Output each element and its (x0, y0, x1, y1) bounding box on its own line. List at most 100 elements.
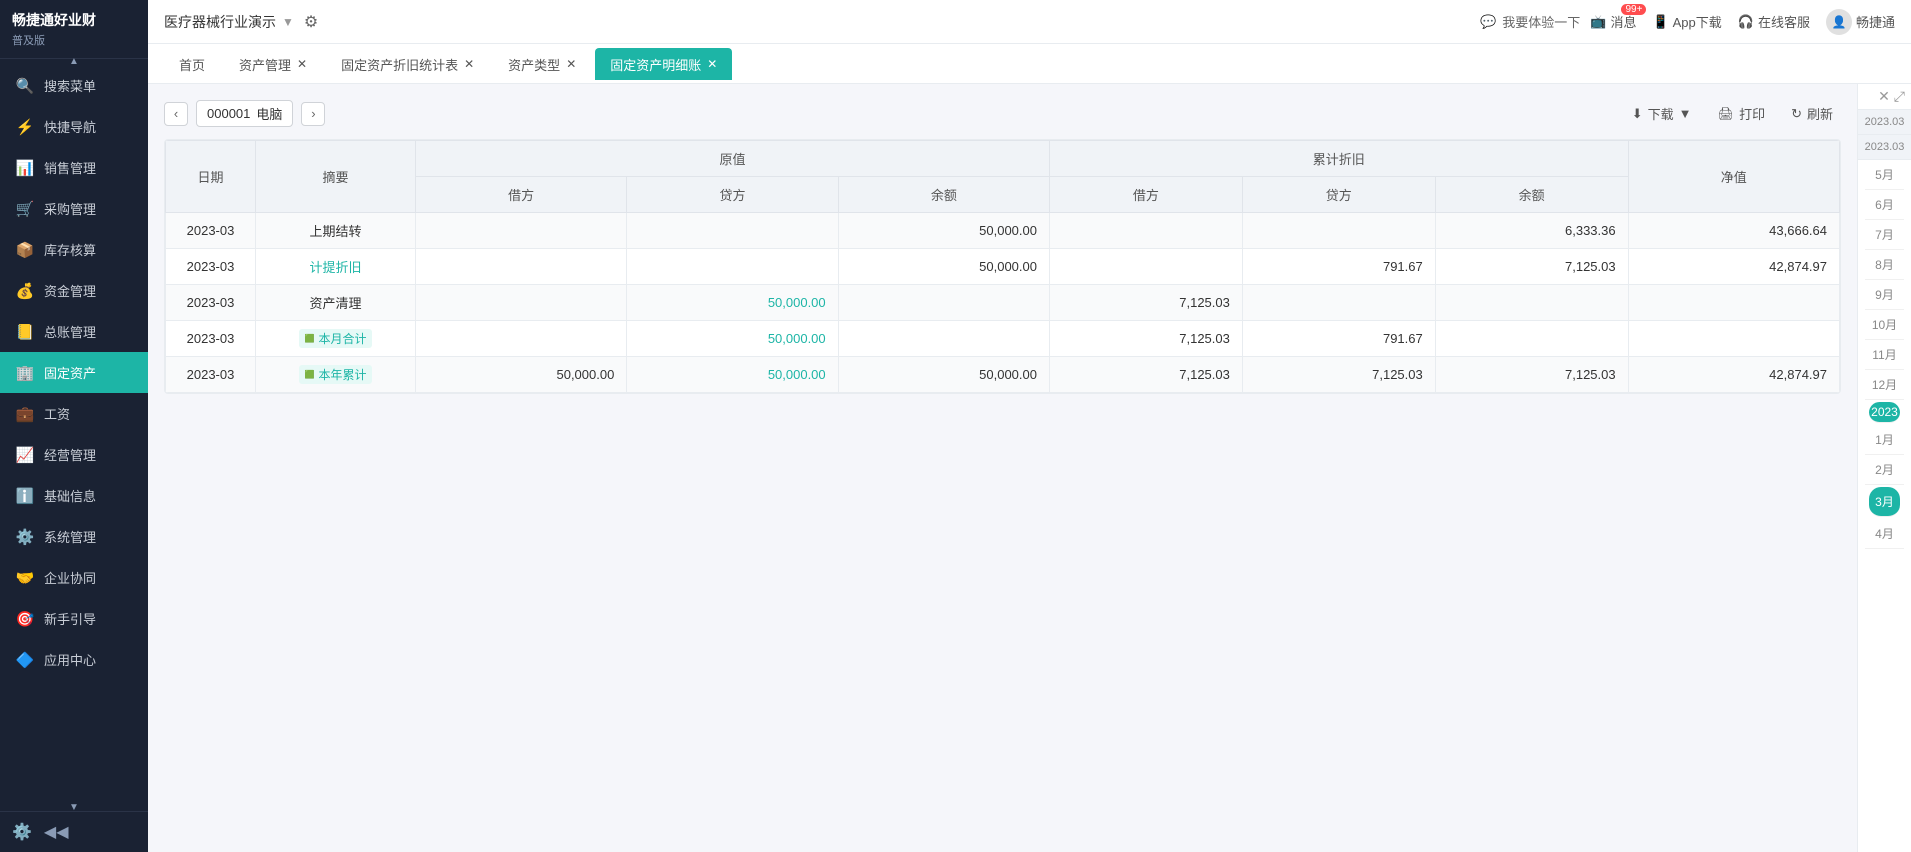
cell-accum-debit (1049, 249, 1242, 285)
cell-accum-balance: 6,333.36 (1435, 213, 1628, 249)
timeline-item[interactable]: 3月 (1869, 487, 1900, 517)
sidebar-item-quick-nav[interactable]: ⚡ 快捷导航 (0, 106, 148, 147)
topbar-right: 📺 消息 99+ 📱 App下载 🎧 在线客服 👤 畅捷通 (1590, 9, 1895, 35)
timeline-item[interactable]: 2月 (1865, 455, 1904, 485)
sidebar-item-guide[interactable]: 🎯 新手引导 (0, 598, 148, 639)
timeline-item[interactable]: 1月 (1865, 425, 1904, 455)
cell-accum-debit (1049, 213, 1242, 249)
sidebar-item-label: 销售管理 (44, 158, 96, 177)
tab-asset-detail-label: 固定资产明细账 (610, 55, 701, 74)
cell-orig-balance: 50,000.00 (838, 357, 1049, 393)
notifications-button[interactable]: 📺 消息 99+ (1590, 12, 1636, 31)
cell-date: 2023-03 (166, 249, 256, 285)
sidebar-item-salary[interactable]: 💼 工资 (0, 393, 148, 434)
toolbar-left: ‹ 000001 电脑 › (164, 100, 325, 127)
tab-asset-detail-close[interactable]: ✕ (707, 57, 717, 71)
sidebar-item-ledger[interactable]: 📒 总账管理 (0, 311, 148, 352)
download-button[interactable]: ⬇ 下载 ▼ (1624, 100, 1700, 127)
timeline-item[interactable]: 2023 (1869, 402, 1900, 423)
cell-orig-credit: 50,000.00 (627, 357, 838, 393)
timeline-item[interactable]: 6月 (1865, 190, 1904, 220)
cell-summary: 本月合计 (256, 321, 416, 357)
cell-accum-balance: 7,125.03 (1435, 357, 1628, 393)
salary-icon: 💼 (16, 405, 34, 423)
refresh-button[interactable]: ↻ 刷新 (1783, 100, 1841, 127)
settings-bottom-icon[interactable]: ⚙️ (12, 822, 32, 842)
tab-asset-management-close[interactable]: ✕ (297, 57, 307, 71)
tab-asset-type[interactable]: 资产类型 ✕ (493, 48, 591, 80)
operations-icon: 📈 (16, 446, 34, 464)
sidebar-item-label: 固定资产 (44, 363, 96, 382)
cell-accum-credit: 7,125.03 (1242, 357, 1435, 393)
tab-depreciation-stats[interactable]: 固定资产折旧统计表 ✕ (326, 48, 489, 80)
right-panel-close-button[interactable]: ✕ (1878, 88, 1890, 105)
customer-service-button[interactable]: 🎧 在线客服 (1738, 12, 1810, 31)
sidebar-item-operations[interactable]: 📈 经营管理 (0, 434, 148, 475)
tab-asset-type-close[interactable]: ✕ (566, 57, 576, 71)
summary-text: 上期结转 (309, 224, 361, 239)
cell-net-value: 42,874.97 (1628, 357, 1839, 393)
tab-depreciation-stats-close[interactable]: ✕ (464, 57, 474, 71)
finance-icon: 💰 (16, 282, 34, 300)
app-download-label: App下载 (1673, 12, 1722, 31)
timeline-item[interactable]: 8月 (1865, 250, 1904, 280)
cell-net-value: 42,874.97 (1628, 249, 1839, 285)
timeline-item[interactable]: 4月 (1865, 519, 1904, 549)
prev-asset-button[interactable]: ‹ (164, 102, 188, 126)
enterprise-icon: 🤝 (16, 569, 34, 587)
settings-icon[interactable]: ⚙ (304, 12, 318, 32)
cell-date: 2023-03 (166, 285, 256, 321)
cell-accum-balance: 7,125.03 (1435, 249, 1628, 285)
cell-orig-debit (416, 321, 627, 357)
sidebar-item-inventory[interactable]: 📦 库存核算 (0, 229, 148, 270)
timeline-item[interactable]: 7月 (1865, 220, 1904, 250)
print-button[interactable]: 🖨 打印 (1710, 100, 1774, 127)
tab-asset-detail[interactable]: 固定资产明细账 ✕ (595, 48, 732, 80)
sidebar-item-fixed-assets[interactable]: 🏢 固定资产 (0, 352, 148, 393)
sidebar-item-search[interactable]: 🔍 搜索菜单 (0, 65, 148, 106)
timeline-item[interactable]: 11月 (1865, 340, 1904, 370)
collapse-sidebar-button[interactable]: ◀◀ (44, 822, 69, 842)
sidebar-item-finance[interactable]: 💰 资金管理 (0, 270, 148, 311)
cell-orig-credit (627, 213, 838, 249)
user-profile-button[interactable]: 👤 畅捷通 (1826, 9, 1895, 35)
tab-asset-management[interactable]: 资产管理 ✕ (224, 48, 322, 80)
timeline-item[interactable]: 10月 (1865, 310, 1904, 340)
content-main: ‹ 000001 电脑 › ⬇ 下载 ▼ 🖨 打印 (148, 84, 1857, 852)
timeline-container: 5月6月7月8月9月10月11月12月20231月2月3月4月 (1865, 160, 1904, 549)
sidebar-item-basic-info[interactable]: ℹ️ 基础信息 (0, 475, 148, 516)
refresh-label: 刷新 (1807, 104, 1833, 123)
cell-orig-debit: 50,000.00 (416, 357, 627, 393)
cell-orig-debit (416, 285, 627, 321)
app-download-button[interactable]: 📱 App下载 (1652, 12, 1721, 31)
tab-home[interactable]: 首页 (164, 48, 220, 80)
download-icon: 📱 (1652, 14, 1668, 30)
cell-summary: 本年累计 (256, 357, 416, 393)
right-panel-expand-button[interactable]: ⤢ (1894, 88, 1905, 105)
sidebar-item-enterprise[interactable]: 🤝 企业协同 (0, 557, 148, 598)
sidebar-item-label: 快捷导航 (44, 117, 96, 136)
th-original-credit: 贷方 (627, 177, 838, 213)
sidebar-item-app-center[interactable]: 🔷 应用中心 (0, 639, 148, 680)
sidebar-item-label: 系统管理 (44, 527, 96, 546)
cell-orig-credit: 50,000.00 (627, 285, 838, 321)
content-area: ‹ 000001 电脑 › ⬇ 下载 ▼ 🖨 打印 (148, 84, 1911, 852)
timeline-item[interactable]: 9月 (1865, 280, 1904, 310)
table-row: 2023-03 本年累计 50,000.00 50,000.00 50,000.… (166, 357, 1840, 393)
sidebar-item-system[interactable]: ⚙️ 系统管理 (0, 516, 148, 557)
sidebar-item-purchase[interactable]: 🛒 采购管理 (0, 188, 148, 229)
cell-accum-credit (1242, 285, 1435, 321)
sidebar-item-label: 库存核算 (44, 240, 96, 259)
timeline-item[interactable]: 5月 (1865, 160, 1904, 190)
cell-orig-debit (416, 249, 627, 285)
timeline-item[interactable]: 12月 (1865, 370, 1904, 400)
next-asset-button[interactable]: › (301, 102, 325, 126)
tab-asset-type-label: 资产类型 (508, 55, 560, 74)
system-icon: ⚙️ (16, 528, 34, 546)
user-name: 畅捷通 (1856, 12, 1895, 31)
experience-button[interactable]: 💬 我要体验一下 (1480, 12, 1580, 31)
cell-net-value (1628, 285, 1839, 321)
print-icon: 🖨 (1718, 106, 1735, 122)
table-row: 2023-03 计提折旧 50,000.00 791.67 7,125.03 4… (166, 249, 1840, 285)
sidebar-item-sales[interactable]: 📊 销售管理 (0, 147, 148, 188)
